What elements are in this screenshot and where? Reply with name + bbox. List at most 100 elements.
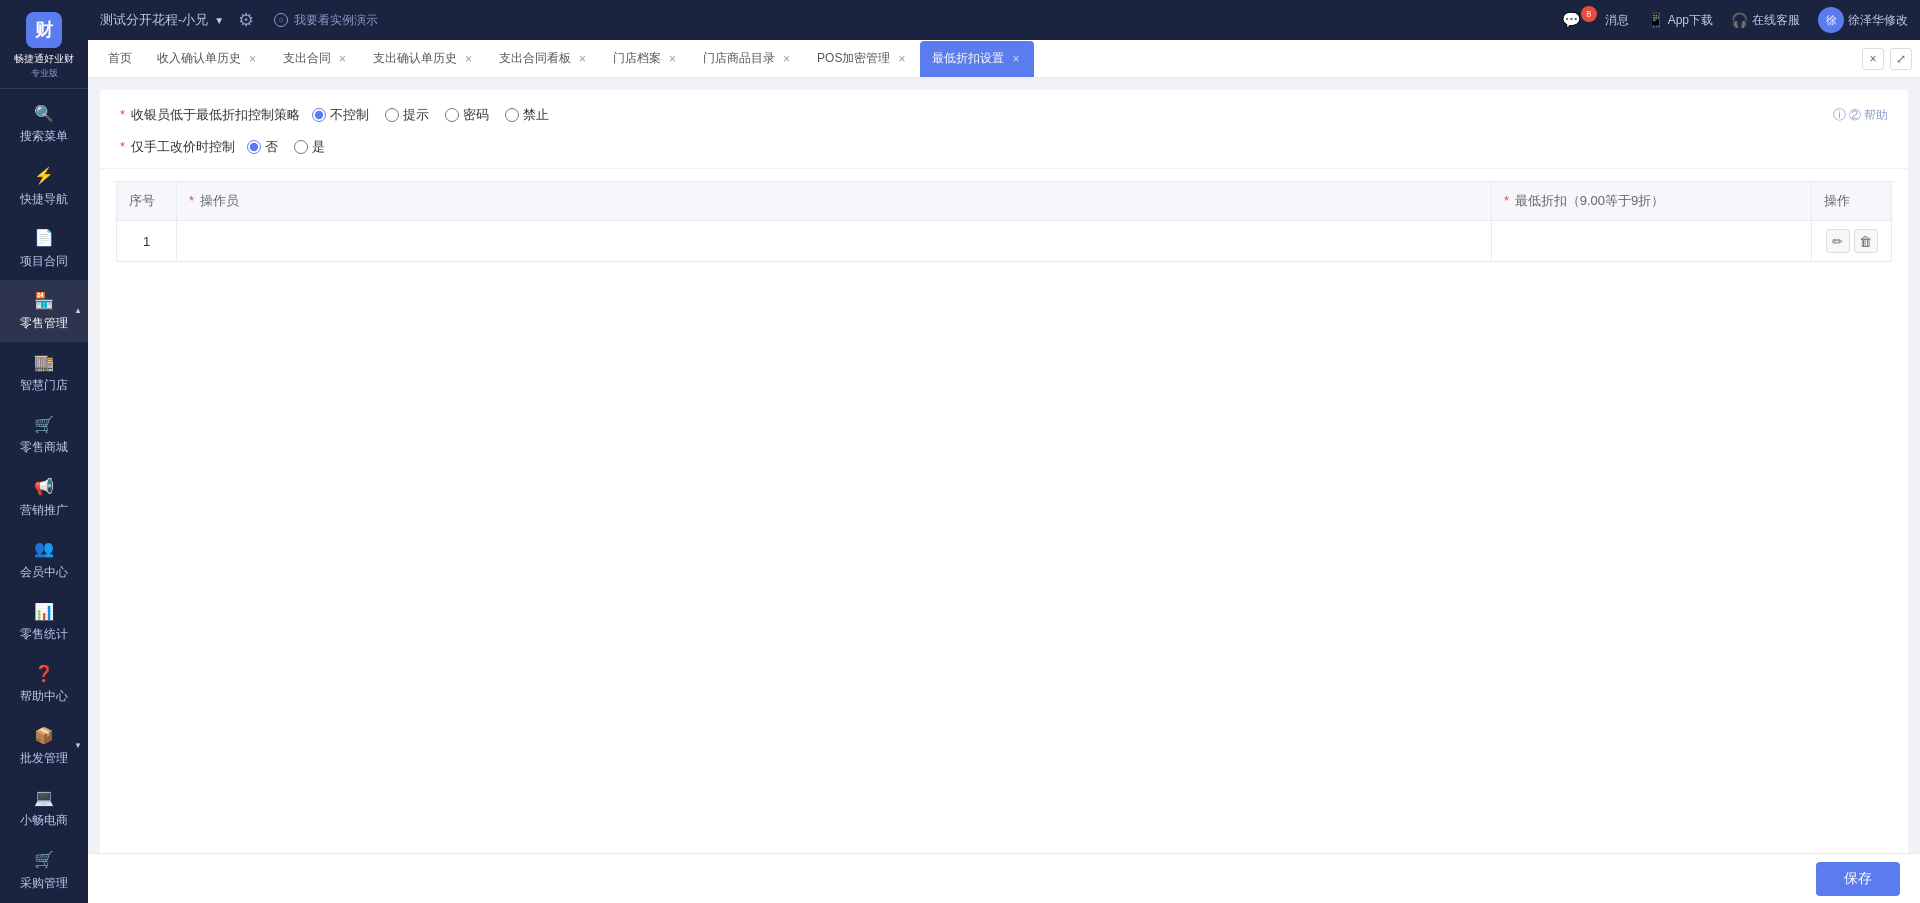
sidebar-item-member-center[interactable]: 👥 会员中心 <box>0 528 88 590</box>
tab-close-icon[interactable]: × <box>577 52 588 66</box>
app-logo-icon: 财 <box>26 12 62 48</box>
cell-seq: 1 <box>117 221 177 262</box>
strategy-option-label: 禁止 <box>523 106 549 124</box>
tab-close-icon[interactable]: × <box>337 52 348 66</box>
ecommerce-icon: 💻 <box>34 787 54 809</box>
sidebar-item-ecommerce[interactable]: 💻 小畅电商 <box>0 777 88 839</box>
help-link[interactable]: ⓘ ② 帮助 <box>1833 106 1888 124</box>
demo-link[interactable]: ○ 我要看实例演示 <box>274 12 378 29</box>
tab-pos-encrypt[interactable]: POS加密管理 × <box>805 41 920 77</box>
discount-table: 序号 * 操作员 * 最低折扣（9.00等于9折） <box>116 181 1892 262</box>
manual-radio-yes[interactable] <box>294 140 308 154</box>
tab-expenditure-confirm-history[interactable]: 支出确认单历史 × <box>361 41 487 77</box>
tab-store-archive[interactable]: 门店档案 × <box>601 41 691 77</box>
tab-close-icon[interactable]: × <box>247 52 258 66</box>
delete-row-button[interactable]: 🗑 <box>1854 229 1878 253</box>
service-icon: 🎧 <box>1731 12 1748 28</box>
strategy-option-label: 不控制 <box>330 106 369 124</box>
sidebar-item-retail-management[interactable]: 🏪 零售管理 ▲ <box>0 280 88 342</box>
tab-expenditure-contract[interactable]: 支出合同 × <box>271 41 361 77</box>
sidebar-item-smart-store[interactable]: 🏬 智慧门店 <box>0 342 88 404</box>
strategy-option-hint[interactable]: 提示 <box>385 106 429 124</box>
settings-gear-icon[interactable]: ⚙ <box>238 9 254 31</box>
tab-close-all-button[interactable]: × <box>1862 48 1884 70</box>
sidebar-item-project-contract[interactable]: 📄 项目合同 <box>0 217 88 279</box>
sidebar-item-search[interactable]: 🔍 搜索菜单 <box>0 93 88 155</box>
save-button[interactable]: 保存 <box>1816 862 1900 896</box>
online-service-label: 在线客服 <box>1752 12 1800 29</box>
user-profile-button[interactable]: 徐 徐泽华修改 <box>1818 7 1908 33</box>
tab-label: POS加密管理 <box>817 50 890 67</box>
tab-expand-button[interactable]: ⤢ <box>1890 48 1912 70</box>
tab-store-products[interactable]: 门店商品目录 × <box>691 41 805 77</box>
strategy-row: * 收银员低于最低折扣控制策略 不控制 提示 <box>120 106 1888 124</box>
sidebar-item-help[interactable]: ❓ 帮助中心 <box>0 653 88 715</box>
edit-icon: ✏ <box>1832 234 1843 249</box>
sidebar-item-label: 快捷导航 <box>20 191 68 208</box>
messages-badge: 8 <box>1581 6 1597 22</box>
tab-label: 最低折扣设置 <box>932 50 1004 67</box>
strategy-option-password[interactable]: 密码 <box>445 106 489 124</box>
app-edition: 专业版 <box>31 67 58 80</box>
smart-store-icon: 🏬 <box>34 352 54 374</box>
manual-option-yes[interactable]: 是 <box>294 138 325 156</box>
strategy-option-forbid[interactable]: 禁止 <box>505 106 549 124</box>
tab-close-icon[interactable]: × <box>463 52 474 66</box>
manual-radio-no[interactable] <box>247 140 261 154</box>
sidebar-item-online-shop[interactable]: 🛒 零售商城 <box>0 404 88 466</box>
manual-radio-group: 否 是 <box>247 138 325 156</box>
action-btn-group: ✏ 🗑 <box>1824 229 1879 253</box>
retail-arrow-icon: ▲ <box>74 305 82 316</box>
tab-close-icon[interactable]: × <box>1010 52 1021 66</box>
marketing-icon: 📢 <box>34 476 54 498</box>
cell-operator <box>177 221 1492 262</box>
messages-label: 消息 <box>1605 12 1629 29</box>
messages-button[interactable]: 💬 8 消息 <box>1562 11 1629 29</box>
tab-label: 支出确认单历史 <box>373 50 457 67</box>
tab-close-icon[interactable]: × <box>781 52 792 66</box>
required-star: * <box>1504 193 1509 208</box>
project-selector[interactable]: 测试分开花程-小兄 ▼ ⚙ <box>100 9 254 31</box>
table-section: 序号 * 操作员 * 最低折扣（9.00等于9折） <box>100 169 1908 274</box>
manual-option-label: 否 <box>265 138 278 156</box>
page-card: ⓘ ② 帮助 * 收银员低于最低折扣控制策略 不控制 <box>100 90 1908 867</box>
tab-close-icon[interactable]: × <box>667 52 678 66</box>
strategy-radio-hint[interactable] <box>385 108 399 122</box>
tab-label: 门店档案 <box>613 50 661 67</box>
tab-expenditure-board[interactable]: 支出合同看板 × <box>487 41 601 77</box>
sidebar-item-label: 小畅电商 <box>20 812 68 829</box>
tab-min-discount-setting[interactable]: 最低折扣设置 × <box>920 41 1034 77</box>
manual-option-no[interactable]: 否 <box>247 138 278 156</box>
tab-income-confirm-history[interactable]: 收入确认单历史 × <box>145 41 271 77</box>
tab-close-icon[interactable]: × <box>896 52 907 66</box>
sidebar-item-purchase[interactable]: 🛒 采购管理 <box>0 839 88 901</box>
strategy-option-label: 提示 <box>403 106 429 124</box>
messages-icon: 💬 <box>1562 11 1581 29</box>
sidebar-item-label: 营销推广 <box>20 502 68 519</box>
purchase-icon: 🛒 <box>34 849 54 871</box>
sidebar-item-label: 批发管理 <box>20 750 68 767</box>
app-download-button[interactable]: 📱 App下载 <box>1647 12 1713 29</box>
sidebar-item-label: 会员中心 <box>20 564 68 581</box>
app-download-icon: 📱 <box>1647 12 1664 28</box>
sidebar-item-wholesale[interactable]: 📦 批发管理 ▼ <box>0 715 88 777</box>
retail-icon: 🏪 <box>34 290 54 312</box>
avatar-text: 徐 <box>1826 13 1837 28</box>
sidebar-item-retail-stats[interactable]: 📊 零售统计 <box>0 591 88 653</box>
strategy-radio-forbid[interactable] <box>505 108 519 122</box>
tab-home[interactable]: 首页 <box>96 41 145 77</box>
help-circle-icon: ⓘ <box>1833 106 1846 124</box>
sidebar-item-marketing[interactable]: 📢 营销推广 <box>0 466 88 528</box>
content-area: ⓘ ② 帮助 * 收银员低于最低折扣控制策略 不控制 <box>88 78 1920 903</box>
sidebar-item-quicknav[interactable]: ⚡ 快捷导航 <box>0 155 88 217</box>
strategy-option-no-control[interactable]: 不控制 <box>312 106 369 124</box>
member-icon: 👥 <box>34 538 54 560</box>
edit-row-button[interactable]: ✏ <box>1826 229 1850 253</box>
online-service-button[interactable]: 🎧 在线客服 <box>1731 12 1800 29</box>
strategy-radio-no-control[interactable] <box>312 108 326 122</box>
strategy-label: * 收银员低于最低折扣控制策略 <box>120 106 300 124</box>
sidebar-item-label: 项目合同 <box>20 253 68 270</box>
sidebar-item-label: 智慧门店 <box>20 377 68 394</box>
tab-label: 支出合同看板 <box>499 50 571 67</box>
strategy-radio-password[interactable] <box>445 108 459 122</box>
